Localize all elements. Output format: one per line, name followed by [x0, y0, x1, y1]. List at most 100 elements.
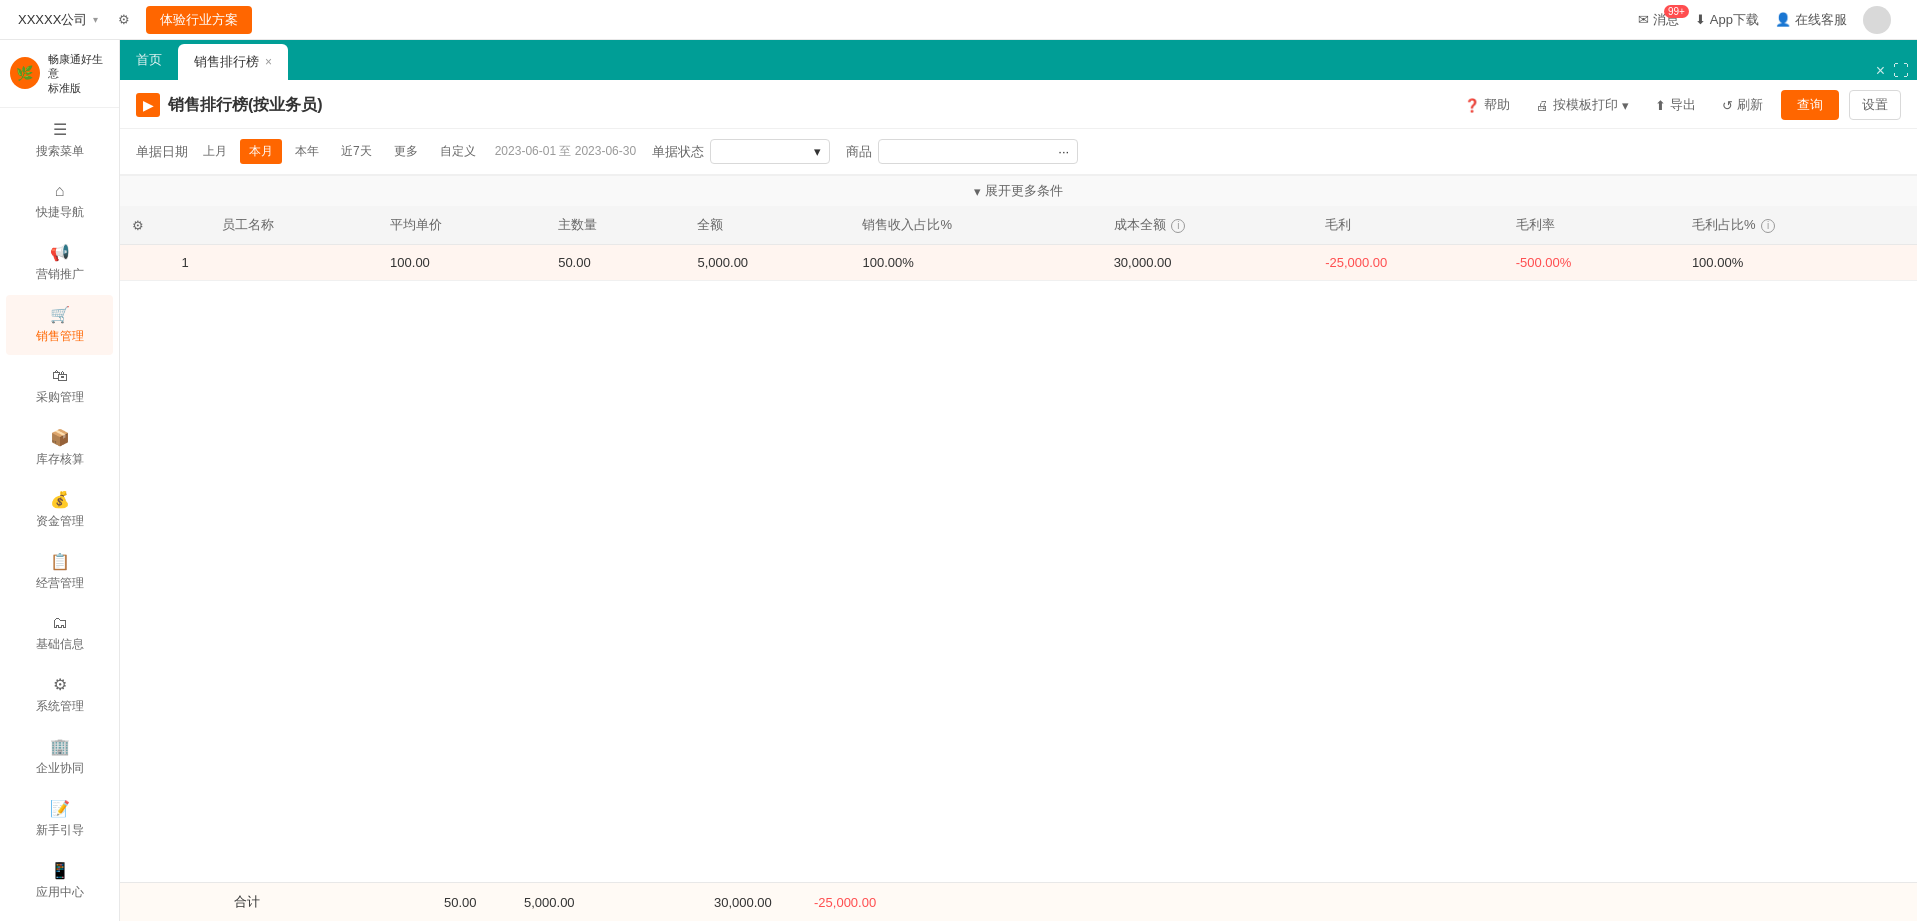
footer-total-label: 合计	[222, 893, 342, 911]
sidebar-item-finance[interactable]: 💰 资金管理	[6, 480, 113, 540]
search-menu-icon: ☰	[53, 120, 67, 139]
th-amount: 全额	[685, 206, 850, 245]
sidebar-label-quick: 快捷导航	[36, 204, 84, 221]
template-print-label: 按模板打印	[1553, 96, 1618, 114]
status-select[interactable]: ▾	[710, 139, 830, 164]
profit-pct-info-icon[interactable]: i	[1761, 219, 1775, 233]
date-btn-more[interactable]: 更多	[385, 139, 427, 164]
footer-profit: -25,000.00	[802, 895, 902, 910]
sidebar-item-corp[interactable]: 🏢 企业协同	[6, 727, 113, 787]
expand-more-row[interactable]: ▾ 展开更多条件	[120, 175, 1917, 206]
table-row: 1 100.00 50.00 5,000.00 100.00% 30,000.0…	[120, 245, 1917, 281]
sidebar-item-marketing[interactable]: 📢 营销推广	[6, 233, 113, 293]
export-label: 导出	[1670, 96, 1696, 114]
corp-icon: 🏢	[50, 737, 70, 756]
sidebar-item-inventory[interactable]: 📦 库存核算	[6, 418, 113, 478]
sidebar-item-wechat[interactable]: 💬 企业微信	[6, 913, 113, 921]
date-buttons: 上月 本月 本年 近7天 更多 自定义	[194, 139, 485, 164]
help-icon: ❓	[1464, 98, 1480, 113]
sidebar-item-apps[interactable]: 📱 应用中心	[6, 851, 113, 911]
back-btn[interactable]: ▶	[136, 93, 160, 117]
status-filter-label: 单据状态	[652, 143, 704, 161]
sidebar-label-guide: 新手引导	[36, 822, 84, 839]
sidebar-label-corp: 企业协同	[36, 760, 84, 777]
sidebar-label-apps: 应用中心	[36, 884, 84, 901]
app-download-btn[interactable]: ⬇ App下载	[1695, 11, 1759, 29]
settings-icon[interactable]: ⚙	[110, 6, 138, 34]
sidebar-item-search[interactable]: ☰ 搜索菜单	[6, 110, 113, 170]
query-btn[interactable]: 查询	[1781, 90, 1839, 120]
th-settings[interactable]: ⚙	[120, 206, 160, 245]
sidebar-item-purchase[interactable]: 🛍 采购管理	[6, 357, 113, 416]
td-cost: 30,000.00	[1102, 245, 1313, 281]
refresh-btn[interactable]: ↺ 刷新	[1714, 92, 1771, 118]
service-icon: 👤	[1775, 12, 1791, 27]
tab-close-window-icon[interactable]: ×	[1876, 62, 1885, 80]
online-service-label: 在线客服	[1795, 11, 1847, 29]
chevron-down-icon: ▾	[93, 14, 98, 25]
data-table: ⚙ 员工名称 平均单价 主数量 全额 销售收入占比% 成本全额 i 毛利	[120, 206, 1917, 281]
td-settings	[120, 245, 160, 281]
page-actions: ❓ 帮助 🖨 按模板打印 ▾ ⬆ 导出 ↺ 刷新	[1456, 90, 1901, 120]
template-print-btn[interactable]: 🖨 按模板打印 ▾	[1528, 92, 1637, 118]
td-profit-rate: -500.00%	[1504, 245, 1680, 281]
tab-home[interactable]: 首页	[120, 40, 178, 80]
table-header-row: ⚙ 员工名称 平均单价 主数量 全额 销售收入占比% 成本全额 i 毛利	[120, 206, 1917, 245]
goods-filter-label: 商品	[846, 143, 872, 161]
td-rank: 1	[160, 245, 210, 281]
page-inner: ▶ 销售排行榜(按业务员) ❓ 帮助 🖨 按模板打印 ▾ ⬆ 导	[120, 80, 1917, 921]
sidebar: 🌿 畅康通好生意 标准版 ☰ 搜索菜单 ⌂ 快捷导航 📢 营销推广 🛒 销售管理	[0, 40, 120, 921]
th-profit-pct: 毛利占比% i	[1680, 206, 1917, 245]
goods-more-icon: ···	[1058, 144, 1069, 159]
th-sales-pct: 销售收入占比%	[850, 206, 1101, 245]
settings-btn[interactable]: 设置	[1849, 90, 1901, 120]
td-qty: 50.00	[546, 245, 685, 281]
export-btn[interactable]: ⬆ 导出	[1647, 92, 1704, 118]
date-btn-this-year[interactable]: 本年	[286, 139, 328, 164]
sidebar-label-sales: 销售管理	[36, 328, 84, 345]
tab-close-icon[interactable]: ×	[265, 55, 272, 69]
content-area: 首页 销售排行榜 × × ⛶ ▶ 销售排行榜(按业务员) ❓	[120, 40, 1917, 921]
expand-more-label: 展开更多条件	[985, 182, 1063, 200]
th-qty: 主数量	[546, 206, 685, 245]
trial-button[interactable]: 体验行业方案	[146, 6, 252, 34]
help-label: 帮助	[1484, 96, 1510, 114]
company-selector[interactable]: XXXXX公司 ▾	[10, 7, 106, 33]
message-btn[interactable]: ✉ 消息 99+	[1638, 11, 1679, 29]
online-service-btn[interactable]: 👤 在线客服	[1775, 11, 1847, 29]
main-layout: 🌿 畅康通好生意 标准版 ☰ 搜索菜单 ⌂ 快捷导航 📢 营销推广 🛒 销售管理	[0, 40, 1917, 921]
print-icon: 🖨	[1536, 98, 1549, 113]
th-profit: 毛利	[1313, 206, 1504, 245]
system-icon: ⚙	[53, 675, 67, 694]
home-icon: ⌂	[55, 182, 65, 200]
top-bar: XXXXX公司 ▾ ⚙ 体验行业方案 ✉ 消息 99+ ⬇ App下载 👤 在线…	[0, 0, 1917, 40]
date-btn-prev-month[interactable]: 上月	[194, 139, 236, 164]
download-icon: ⬇	[1695, 12, 1706, 27]
avatar[interactable]	[1863, 6, 1891, 34]
status-filter-group: 单据状态 ▾	[652, 139, 830, 164]
sidebar-item-basic[interactable]: 🗂 基础信息	[6, 604, 113, 663]
sidebar-item-operation[interactable]: 📋 经营管理	[6, 542, 113, 602]
sidebar-item-guide[interactable]: 📝 新手引导	[6, 789, 113, 849]
date-btn-custom[interactable]: 自定义	[431, 139, 485, 164]
sidebar-item-system[interactable]: ⚙ 系统管理	[6, 665, 113, 725]
sidebar-item-sales[interactable]: 🛒 销售管理	[6, 295, 113, 355]
tab-active[interactable]: 销售排行榜 ×	[178, 44, 288, 80]
refresh-label: 刷新	[1737, 96, 1763, 114]
date-btn-7days[interactable]: 近7天	[332, 139, 381, 164]
td-avg-price: 100.00	[378, 245, 546, 281]
date-btn-this-month[interactable]: 本月	[240, 139, 282, 164]
sidebar-item-quick[interactable]: ⌂ 快捷导航	[6, 172, 113, 231]
td-name	[210, 245, 378, 281]
company-name: XXXXX公司	[18, 11, 87, 29]
help-btn[interactable]: ❓ 帮助	[1456, 92, 1518, 118]
sidebar-label-purchase: 采购管理	[36, 389, 84, 406]
sidebar-label-finance: 资金管理	[36, 513, 84, 530]
basic-icon: 🗂	[52, 614, 68, 632]
tab-fullscreen-icon[interactable]: ⛶	[1893, 62, 1909, 80]
date-filter-label: 单据日期	[136, 143, 188, 161]
table-footer: 合计 50.00 5,000.00 30,000.00 -25,000.00	[120, 882, 1917, 921]
goods-select[interactable]: ···	[878, 139, 1078, 164]
tab-bar: 首页 销售排行榜 × × ⛶	[120, 40, 1917, 80]
cost-info-icon[interactable]: i	[1171, 219, 1185, 233]
